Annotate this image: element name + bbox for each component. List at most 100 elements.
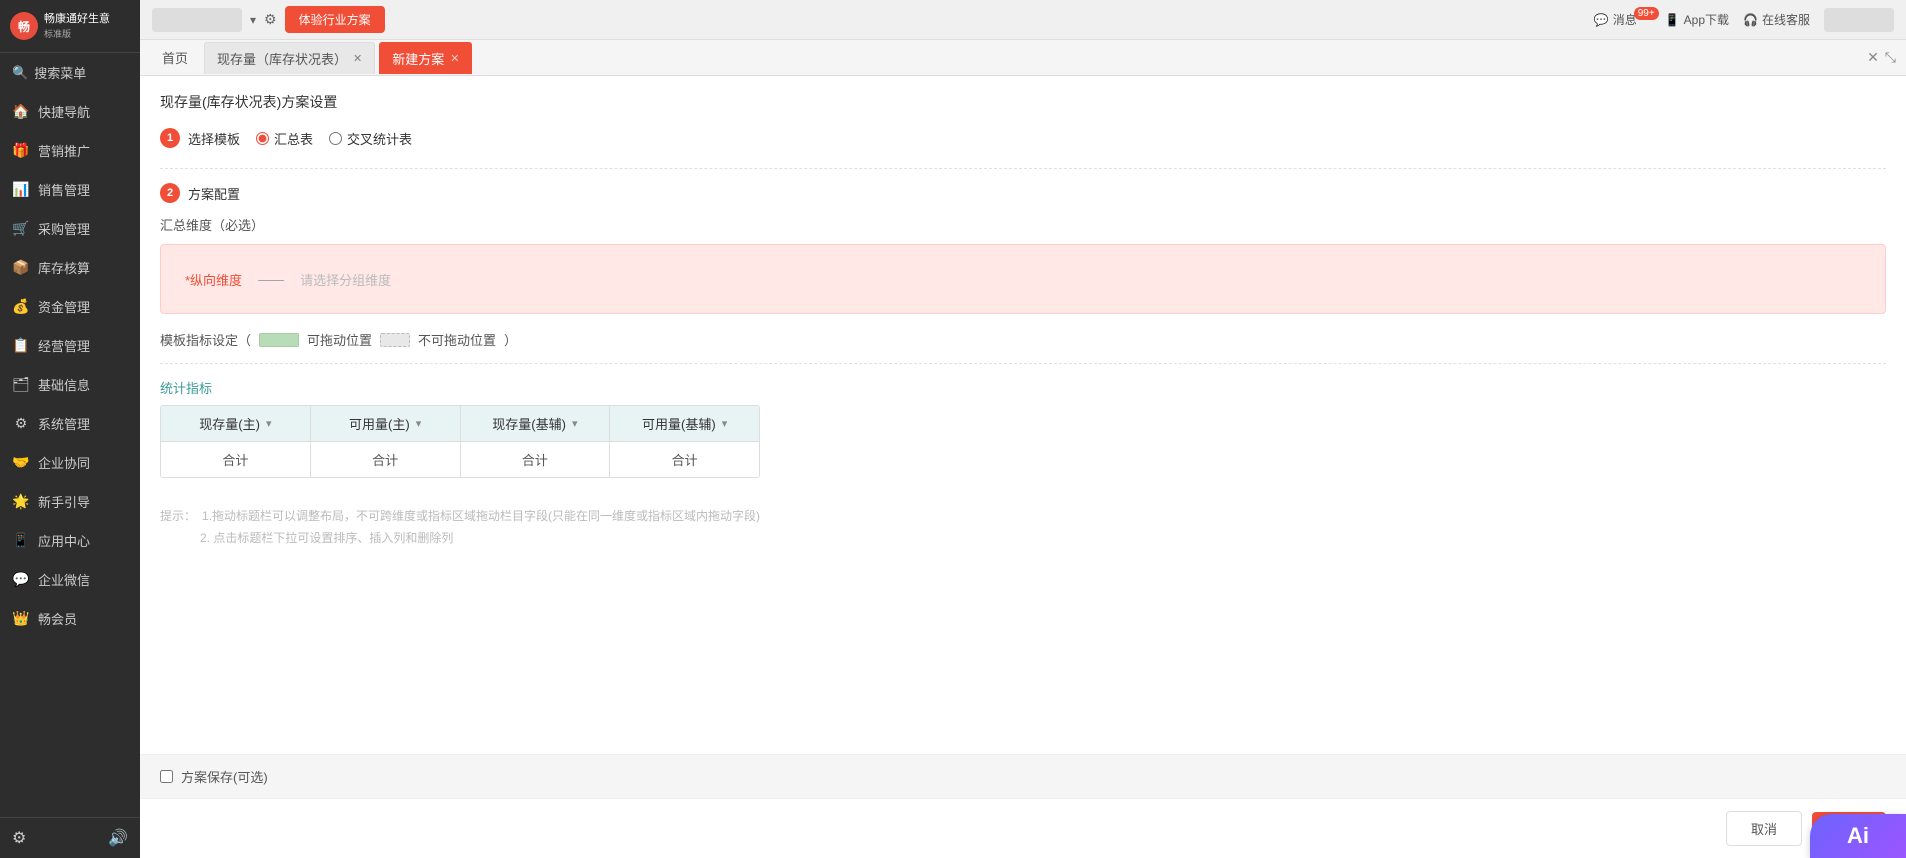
- sidebar-item-enterprise[interactable]: 🤝 企业协同: [0, 443, 140, 482]
- step1-title: 选择模板: [188, 129, 240, 148]
- stats-body-col1: 合计: [161, 442, 311, 477]
- sidebar-item-operations[interactable]: 📋 经营管理: [0, 326, 140, 365]
- summary-radio-input[interactable]: [256, 132, 269, 145]
- page-title: 现存量(库存状况表)方案设置: [160, 92, 1886, 112]
- operations-icon: 📋: [12, 337, 30, 355]
- step1-header: 1 选择模板 汇总表 交叉统计表: [160, 128, 1886, 148]
- sidebar-item-label: 新手引导: [38, 492, 90, 511]
- action-bar: 取消 查询: [140, 798, 1906, 858]
- tab-new-scheme-label: 新建方案: [392, 49, 444, 68]
- stats-header-col1[interactable]: 现存量(主) ▾: [161, 406, 311, 441]
- stats-header-col4[interactable]: 可用量(基辅) ▾: [610, 406, 759, 441]
- divider-1: [160, 168, 1886, 169]
- sidebar-item-sales[interactable]: 📊 销售管理: [0, 170, 140, 209]
- sidebar-item-member[interactable]: 👑 畅会员: [0, 599, 140, 638]
- settings-gear-icon[interactable]: ⚙: [264, 11, 277, 28]
- appstore-icon: 📱: [12, 532, 30, 550]
- ai-fab-button[interactable]: Ai: [1810, 814, 1906, 858]
- dimension-separator: ——: [258, 272, 284, 287]
- messages-button[interactable]: 💬 消息 99+: [1594, 11, 1651, 28]
- message-icon: 💬: [1594, 13, 1609, 27]
- stats-body-row: 合计 合计 合计 合计: [161, 441, 759, 477]
- tab-new-scheme-close-icon[interactable]: ✕: [450, 52, 459, 65]
- col4-label: 可用量(基辅): [642, 414, 716, 433]
- sidebar-item-quicknav[interactable]: 🏠 快捷导航: [0, 92, 140, 131]
- sidebar-item-finance[interactable]: 💰 资金管理: [0, 287, 140, 326]
- required-star: *纵向维度: [185, 270, 242, 289]
- summary-radio-label[interactable]: 汇总表: [256, 129, 313, 148]
- tab-inventory-close-icon[interactable]: ✕: [353, 52, 362, 65]
- col2-chevron-icon[interactable]: ▾: [416, 417, 422, 430]
- stats-body-col2: 合计: [311, 442, 461, 477]
- stats-table: 现存量(主) ▾ 可用量(主) ▾ 现存量(基辅) ▾: [160, 405, 760, 478]
- content-wrapper: 现存量(库存状况表)方案设置 1 选择模板 汇总表 交叉统计表: [140, 76, 1906, 858]
- col1-chevron-icon[interactable]: ▾: [266, 417, 272, 430]
- sidebar-item-label: 采购管理: [38, 219, 90, 238]
- cancel-button[interactable]: 取消: [1726, 811, 1802, 846]
- sidebar-item-basic[interactable]: 🗂 基础信息: [0, 365, 140, 404]
- indicator-suffix: ）: [504, 330, 517, 349]
- cross-radio-label[interactable]: 交叉统计表: [329, 129, 412, 148]
- app-name: 畅康通好生意: [44, 12, 110, 26]
- sidebar-item-label: 应用中心: [38, 531, 90, 550]
- tab-close-window-icon[interactable]: ✕: [1867, 49, 1879, 66]
- col3-chevron-icon[interactable]: ▾: [572, 417, 578, 430]
- tab-actions: ✕ ⤡: [1867, 49, 1896, 66]
- template-radio-group: 汇总表 交叉统计表: [256, 129, 412, 148]
- stats-header-col2[interactable]: 可用量(主) ▾: [311, 406, 461, 441]
- newcomer-icon: 🌟: [12, 493, 30, 511]
- step2-title: 方案配置: [188, 184, 240, 203]
- divider-2: [160, 363, 1886, 364]
- sidebar-search-label: 搜索菜单: [34, 63, 86, 82]
- step1-badge: 1: [160, 128, 180, 148]
- indicator-label: 模板指标设定（: [160, 330, 251, 349]
- sidebar-item-label: 快捷导航: [38, 102, 90, 121]
- stats-body-col3: 合计: [461, 442, 611, 477]
- dimension-placeholder[interactable]: 请选择分组维度: [300, 270, 391, 289]
- save-option-footer: 方案保存(可选): [140, 754, 1906, 798]
- industry-solution-button[interactable]: 体验行业方案: [285, 6, 385, 33]
- save-label: 方案保存(可选): [181, 767, 268, 786]
- app-download-button[interactable]: 📱 App下载: [1665, 11, 1729, 28]
- finance-icon: 💰: [12, 298, 30, 316]
- app-download-icon: 📱: [1665, 13, 1680, 27]
- sidebar-item-search[interactable]: 🔍 搜索菜单: [0, 53, 140, 92]
- stats-title: 统计指标: [160, 378, 1886, 397]
- sidebar-item-label: 经营管理: [38, 336, 90, 355]
- online-service-button[interactable]: 🎧 在线客服: [1743, 11, 1810, 28]
- sidebar-item-wechat[interactable]: 💬 企业微信: [0, 560, 140, 599]
- audio-icon[interactable]: 🔊: [108, 828, 128, 848]
- sidebar: 畅 畅康通好生意 标准版 🔍 搜索菜单 🏠 快捷导航 🎁 营销推广 📊 销售管理…: [0, 0, 140, 858]
- dimension-warning-box: *纵向维度 —— 请选择分组维度: [160, 244, 1886, 314]
- sidebar-item-label: 销售管理: [38, 180, 90, 199]
- step2-section: 2 方案配置 汇总维度（必选） *纵向维度 —— 请选择分组维度 模板指标设定（…: [160, 183, 1886, 549]
- tip-1: 提示： 1.拖动标题栏可以调整布局，不可跨维度或指标区域拖动栏目字段(只能在同一…: [160, 506, 1886, 528]
- tab-inventory-status[interactable]: 现存量（库存状况表） ✕: [204, 42, 375, 74]
- enterprise-icon: 🤝: [12, 454, 30, 472]
- settings-icon[interactable]: ⚙: [12, 828, 26, 848]
- sidebar-item-appstore[interactable]: 📱 应用中心: [0, 521, 140, 560]
- sidebar-item-purchase[interactable]: 🛒 采购管理: [0, 209, 140, 248]
- tab-expand-icon[interactable]: ⤡: [1885, 49, 1896, 66]
- indicator-settings: 模板指标设定（ 可拖动位置 不可拖动位置 ）: [160, 330, 1886, 349]
- step1-section: 1 选择模板 汇总表 交叉统计表: [160, 128, 1886, 148]
- dropdown-chevron-icon[interactable]: ▾: [250, 13, 256, 27]
- col4-chevron-icon[interactable]: ▾: [722, 417, 728, 430]
- sidebar-item-label: 企业协同: [38, 453, 90, 472]
- stats-header-col3[interactable]: 现存量(基辅) ▾: [461, 406, 611, 441]
- topbar-right: 💬 消息 99+ 📱 App下载 🎧 在线客服: [1594, 8, 1894, 32]
- sidebar-item-inventory[interactable]: 📦 库存核算: [0, 248, 140, 287]
- save-checkbox[interactable]: [160, 770, 173, 783]
- tab-home[interactable]: 首页: [150, 42, 200, 73]
- cross-radio-input[interactable]: [329, 132, 342, 145]
- aggregate-label: 汇总维度（必选）: [160, 215, 1886, 234]
- stats-container: 统计指标 现存量(主) ▾ 可用量(主) ▾: [160, 378, 1886, 478]
- sidebar-item-newcomer[interactable]: 🌟 新手引导: [0, 482, 140, 521]
- sidebar-item-label: 库存核算: [38, 258, 90, 277]
- purchase-icon: 🛒: [12, 220, 30, 238]
- sidebar-item-marketing[interactable]: 🎁 营销推广: [0, 131, 140, 170]
- service-icon: 🎧: [1743, 13, 1758, 27]
- tab-new-scheme[interactable]: 新建方案 ✕: [379, 42, 472, 74]
- tips-section: 提示： 1.拖动标题栏可以调整布局，不可跨维度或指标区域拖动栏目字段(只能在同一…: [160, 494, 1886, 549]
- sidebar-item-system[interactable]: ⚙ 系统管理: [0, 404, 140, 443]
